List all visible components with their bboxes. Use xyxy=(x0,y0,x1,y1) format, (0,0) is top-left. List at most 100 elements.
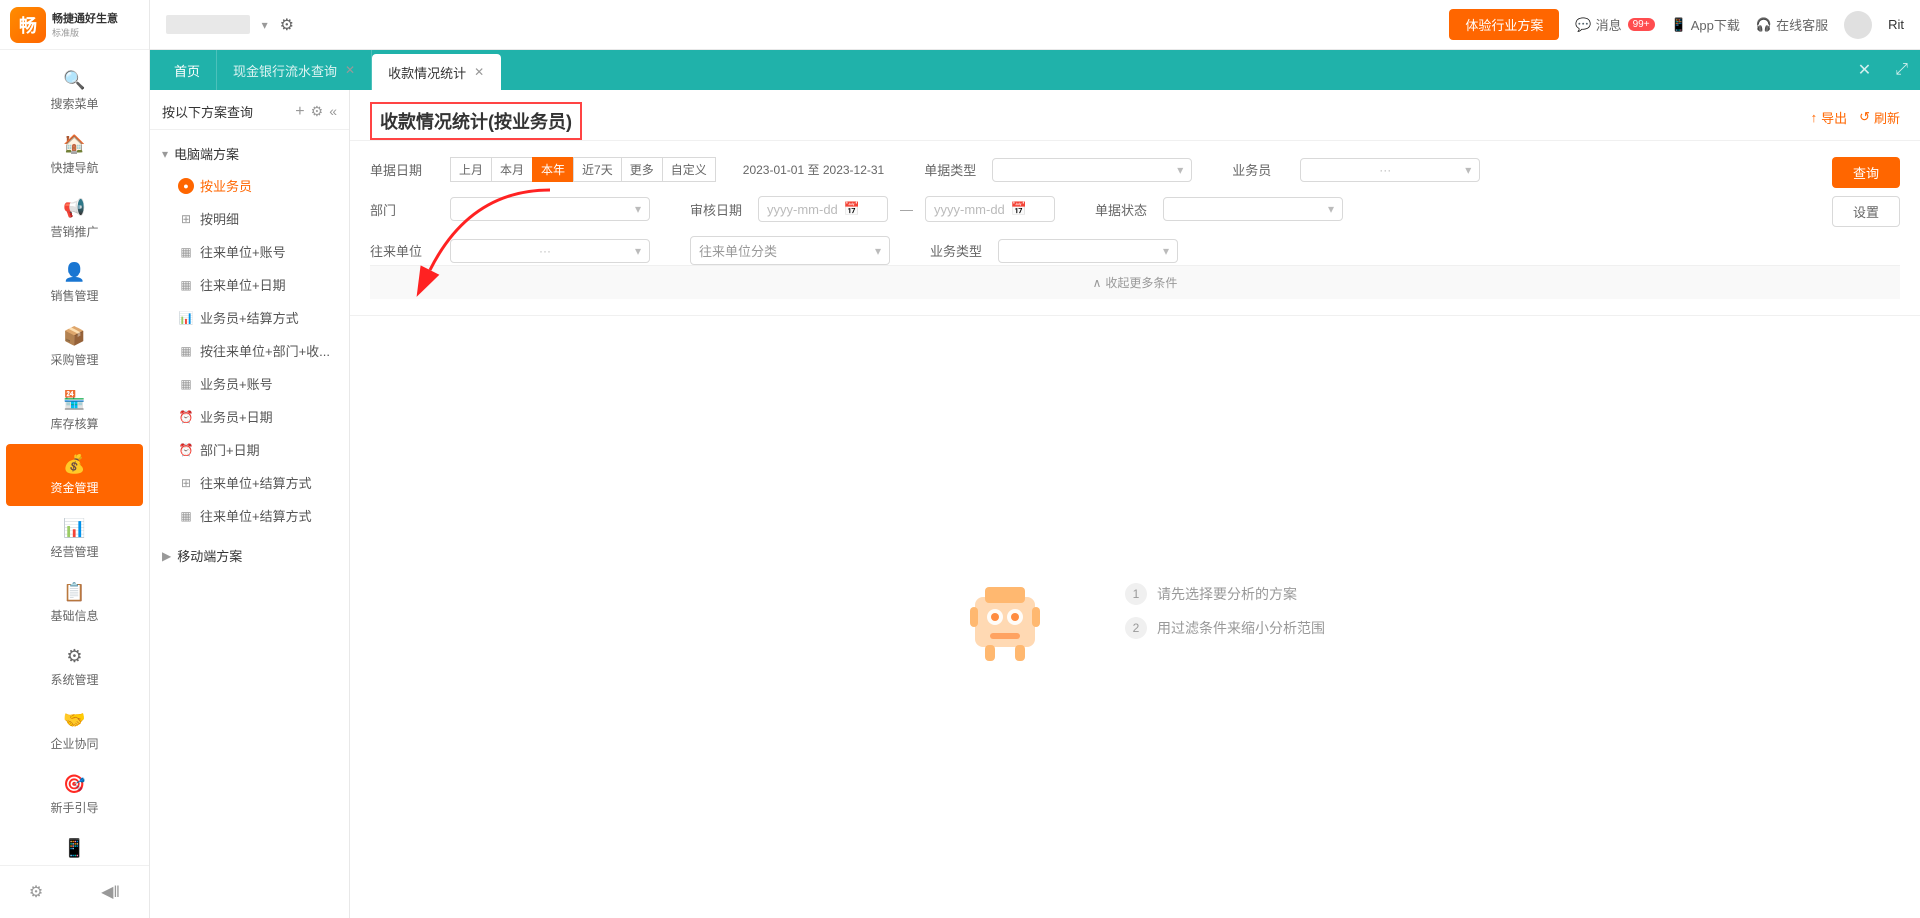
tree-label-salesman-account: 业务员+账号 xyxy=(200,374,273,393)
inventory-nav-icon: 🏪 xyxy=(63,390,85,411)
sidebar-item-purchase[interactable]: 📦 采购管理 xyxy=(6,316,143,378)
empty-content: 1 请先选择要分析的方案 2 用过滤条件来缩小分析范围 xyxy=(945,557,1325,677)
date-tab-last-month[interactable]: 上月 xyxy=(450,157,492,182)
doc-type-select[interactable]: ▾ xyxy=(992,158,1192,182)
refresh-btn[interactable]: ↺ 刷新 xyxy=(1859,108,1900,127)
dept-select[interactable]: ▾ xyxy=(450,197,650,221)
sidebar-item-finance[interactable]: 💰 资金管理 xyxy=(6,444,143,506)
date-tab-this-year[interactable]: 本年 xyxy=(532,157,574,182)
tree-item-salesman-date[interactable]: ⏰ 业务员+日期 xyxy=(150,400,349,433)
search-nav-icon: 🔍 xyxy=(63,70,85,91)
breadcrumb-dropdown-icon[interactable]: ▾ xyxy=(262,18,268,32)
collapse-more-conditions[interactable]: ∧ 收起更多条件 xyxy=(370,265,1900,299)
topbar-left: ▾ ⚙ xyxy=(166,15,294,35)
tree-item-salesman-account[interactable]: ▦ 业务员+账号 xyxy=(150,367,349,400)
tree-item-dept-date[interactable]: ⏰ 部门+日期 xyxy=(150,433,349,466)
partner-category-select[interactable]: 往来单位分类 ▾ xyxy=(690,236,890,265)
topbar: ▾ ⚙ 体验行业方案 💬 消息 99+ 📱 App下载 🎧 在线客服 Rit xyxy=(150,0,1920,50)
scheme-settings-icon[interactable]: ⚙ xyxy=(311,103,324,121)
partner-select[interactable]: ··· ▾ xyxy=(450,239,650,263)
tree-mobile-parent[interactable]: ▶ 移动端方案 xyxy=(150,540,349,571)
detail-icon: ⊞ xyxy=(178,211,194,227)
sidebar-item-guide[interactable]: 🎯 新手引导 xyxy=(6,764,143,826)
sidebar-item-sales[interactable]: 👤 销售管理 xyxy=(6,252,143,314)
review-date-from[interactable]: yyyy-mm-dd 📅 xyxy=(758,196,888,222)
sidebar-collapse-btn[interactable]: ◀‖ xyxy=(95,876,126,908)
topbar-gear-icon[interactable]: ⚙ xyxy=(280,15,294,35)
export-icon: ↑ xyxy=(1811,110,1818,125)
step-2-text: 用过滤条件来缩小分析范围 xyxy=(1157,618,1325,638)
date-tab-more[interactable]: 更多 xyxy=(621,157,663,182)
sidebar-item-inventory[interactable]: 🏪 库存核算 xyxy=(6,380,143,442)
tab-window-close-btn[interactable]: ✕ xyxy=(1846,60,1883,80)
sidebar-label-search: 搜索菜单 xyxy=(50,95,98,112)
sidebar-item-quick-nav[interactable]: 🏠 快捷导航 xyxy=(6,124,143,186)
review-date-to[interactable]: yyyy-mm-dd 📅 xyxy=(925,196,1055,222)
tab-bank[interactable]: 现金银行流水查询 ✕ xyxy=(217,50,372,90)
query-button[interactable]: 查询 xyxy=(1832,157,1900,188)
calendar-from-icon[interactable]: 📅 xyxy=(844,201,860,217)
download-icon: 📱 xyxy=(1671,17,1687,33)
partner-arrow-icon: ▾ xyxy=(635,244,641,258)
sidebar-item-operation[interactable]: 📊 经营管理 xyxy=(6,508,143,570)
date-tab-custom[interactable]: 自定义 xyxy=(662,157,716,182)
tab-bank-close-icon[interactable]: ✕ xyxy=(345,63,355,77)
calendar-to-icon[interactable]: 📅 xyxy=(1011,201,1027,217)
date-tab-7days[interactable]: 近7天 xyxy=(573,157,622,182)
collapse-panel-icon[interactable]: « xyxy=(329,103,337,121)
sidebar-label-system: 系统管理 xyxy=(50,671,98,688)
filter-row-3: 往来单位 ··· ▾ 往来单位分类 ▾ xyxy=(370,236,1812,265)
tree-item-partner-settle2[interactable]: ▦ 往来单位+结算方式 xyxy=(150,499,349,532)
doc-status-arrow-icon: ▾ xyxy=(1328,202,1334,216)
sidebar-item-enterprise[interactable]: 🤝 企业协同 xyxy=(6,700,143,762)
tree-label-partner-account: 往来单位+账号 xyxy=(200,242,286,261)
sidebar-item-basic[interactable]: 📋 基础信息 xyxy=(6,572,143,634)
export-label: 导出 xyxy=(1821,108,1847,127)
left-panel-actions: + ⚙ « xyxy=(295,103,337,121)
tree-item-salesman-settle[interactable]: 📊 业务员+结算方式 xyxy=(150,301,349,334)
online-service-btn[interactable]: 🎧 在线客服 xyxy=(1756,15,1828,34)
tree-item-by-detail[interactable]: ⊞ 按明细 xyxy=(150,202,349,235)
partner-date-icon: ▦ xyxy=(178,277,194,293)
tree-item-partner-account[interactable]: ▦ 往来单位+账号 xyxy=(150,235,349,268)
tree-item-by-salesman[interactable]: ● 按业务员 xyxy=(150,169,349,202)
user-avatar[interactable] xyxy=(1844,11,1872,39)
tree-label-partner-date: 往来单位+日期 xyxy=(200,275,286,294)
filter-settings-button[interactable]: 设置 xyxy=(1832,196,1900,227)
salesman-select[interactable]: ··· ▾ xyxy=(1300,158,1480,182)
doc-status-select[interactable]: ▾ xyxy=(1163,197,1343,221)
enterprise-nav-icon: 🤝 xyxy=(63,710,85,731)
app-download-btn[interactable]: 📱 App下载 xyxy=(1671,15,1740,34)
tab-home-label: 首页 xyxy=(174,61,200,80)
sidebar-item-search[interactable]: 🔍 搜索菜单 xyxy=(6,60,143,122)
messages-btn[interactable]: 💬 消息 99+ xyxy=(1575,15,1654,34)
tree-item-partner-dept[interactable]: ▦ 按往来单位+部门+收... xyxy=(150,334,349,367)
business-type-select[interactable]: ▾ xyxy=(998,239,1178,263)
sidebar-nav: 🔍 搜索菜单 🏠 快捷导航 📢 营销推广 👤 销售管理 📦 采购管理 🏪 库存核… xyxy=(0,50,149,865)
trial-button[interactable]: 体验行业方案 xyxy=(1449,9,1559,40)
step-1-text: 请先选择要分析的方案 xyxy=(1157,584,1297,604)
tree-desktop-parent[interactable]: ▾ 电脑端方案 xyxy=(150,138,349,169)
doc-type-arrow-icon: ▾ xyxy=(1177,163,1183,177)
basic-nav-icon: 📋 xyxy=(63,582,85,603)
filter-rows: 单据日期 上月 本月 本年 近7天 更多 自定义 2023-01-01 xyxy=(370,157,1812,265)
sidebar-item-marketing[interactable]: 📢 营销推广 xyxy=(6,188,143,250)
tab-collection[interactable]: 收款情况统计 ✕ xyxy=(372,54,501,90)
export-btn[interactable]: ↑ 导出 xyxy=(1811,108,1848,127)
sidebar-settings-btn[interactable]: ⚙ xyxy=(23,876,49,908)
guide-nav-icon: 🎯 xyxy=(63,774,85,795)
page-header-actions: ↑ 导出 ↺ 刷新 xyxy=(1811,108,1900,135)
sidebar-item-system[interactable]: ⚙ 系统管理 xyxy=(6,636,143,698)
tab-home[interactable]: 首页 xyxy=(158,50,217,90)
date-to: 2023-12-31 xyxy=(823,163,884,177)
sidebar-label-sales: 销售管理 xyxy=(50,287,98,304)
tab-collection-label: 收款情况统计 xyxy=(388,63,466,82)
tab-collection-close-icon[interactable]: ✕ xyxy=(474,65,484,79)
salesman-label: 业务员 xyxy=(1232,160,1292,179)
add-scheme-btn[interactable]: + xyxy=(295,103,304,121)
tree-item-partner-date[interactable]: ▦ 往来单位+日期 xyxy=(150,268,349,301)
sidebar-item-hardware[interactable]: 📱 智能硬件 xyxy=(6,828,143,865)
tree-item-partner-settle1[interactable]: ⊞ 往来单位+结算方式 xyxy=(150,466,349,499)
date-tab-this-month[interactable]: 本月 xyxy=(491,157,533,182)
tab-window-expand-btn[interactable]: ⤢ xyxy=(1883,61,1920,79)
